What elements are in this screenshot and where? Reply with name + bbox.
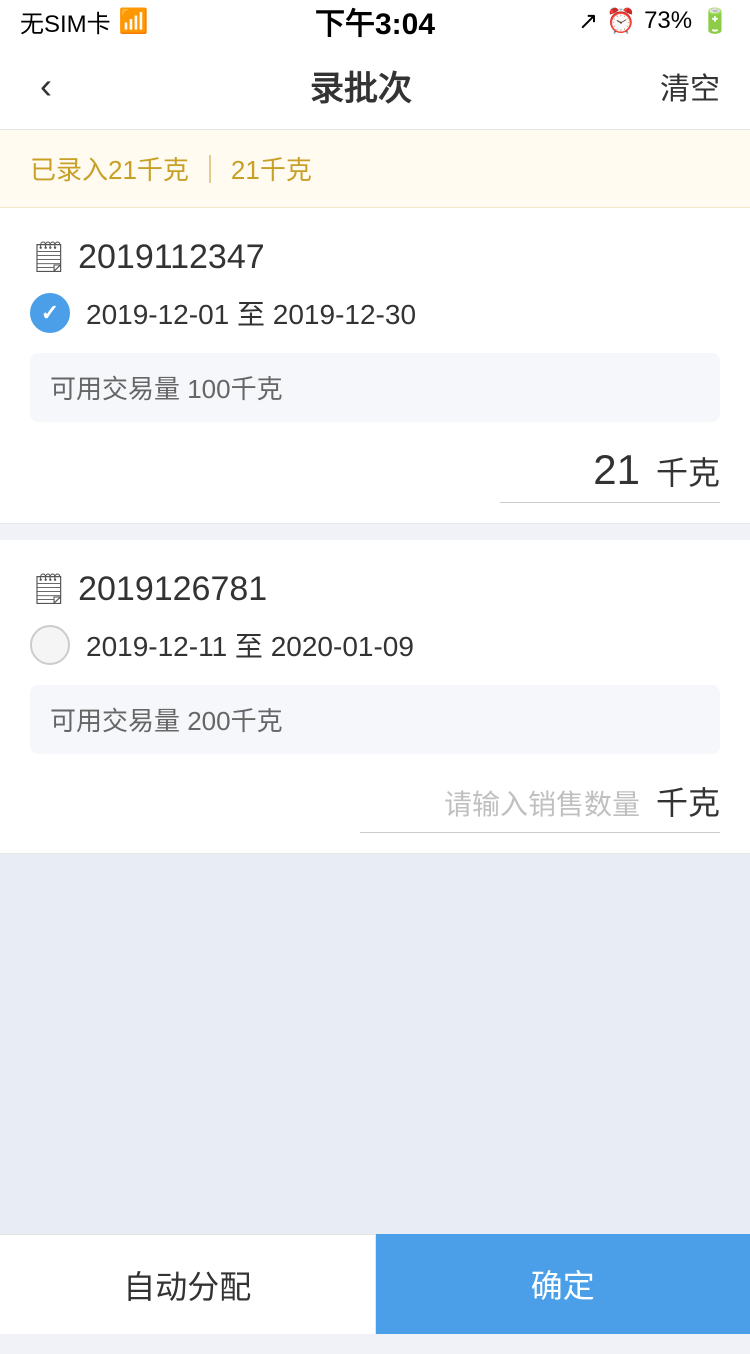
input-row-2: 请输入销售数量 千克 [0,754,750,854]
content-area: 🗒 2019112347 ✓ 2019-12-01 至 2019-12-30 可… [0,208,750,1354]
battery-text: 73% [644,7,692,35]
back-button[interactable]: ‹ [30,55,62,117]
info-value: 21千克 [231,150,312,187]
batch-card-2: 🗒 2019126781 2019-12-11 至 2020-01-09 可用交… [0,540,750,854]
batch-item-2: 🗒 2019126781 2019-12-11 至 2020-01-09 可用交… [0,540,750,754]
amount-number-1[interactable]: 21 [593,446,640,494]
status-time: 下午3:04 [315,0,435,43]
nav-bar: ‹ 录批次 清空 [0,42,750,130]
wifi-icon: 📶 [119,7,149,36]
carrier-text: 无SIM卡 [20,4,111,39]
batch-number-2: 2019126781 [78,570,267,609]
batch-date-row-1: ✓ 2019-12-01 至 2019-12-30 [30,293,720,333]
batch-doc-icon-2: 🗒 [30,572,68,607]
radio-1[interactable]: ✓ [30,293,70,333]
info-divider [209,155,211,183]
info-label: 已录入21千克 [30,150,189,187]
check-icon-1: ✓ [41,300,59,326]
battery-icon: 🔋 [700,7,730,36]
radio-2[interactable] [30,625,70,665]
clear-button[interactable]: 清空 [660,64,720,108]
section-divider [0,524,750,540]
available-qty-2: 可用交易量 200千克 [30,685,720,754]
input-placeholder-2[interactable]: 请输入销售数量 [444,783,640,823]
input-unit-2: 千克 [656,778,720,824]
available-qty-1: 可用交易量 100千克 [30,353,720,422]
status-bar: 无SIM卡 📶 下午3:04 ↗ ⏰ 73% 🔋 [0,0,750,42]
amount-unit-1: 千克 [656,448,720,494]
location-icon: ↗ [578,7,598,36]
batch-item-1: 🗒 2019112347 ✓ 2019-12-01 至 2019-12-30 可… [0,208,750,422]
batch-doc-icon-1: 🗒 [30,240,68,275]
status-right: ↗ ⏰ 73% 🔋 [578,7,730,36]
amount-row-1: 21 千克 [0,422,750,524]
batch-date-1: 2019-12-01 至 2019-12-30 [86,293,416,333]
page-title: 录批次 [310,61,412,110]
batch-card-1: 🗒 2019112347 ✓ 2019-12-01 至 2019-12-30 可… [0,208,750,524]
amount-underline-1 [500,502,720,503]
batch-header-1: 🗒 2019112347 [30,238,720,277]
status-left: 无SIM卡 📶 [20,4,149,39]
bottom-bar: 自动分配 确定 [0,1234,750,1334]
batch-number-1: 2019112347 [78,238,265,277]
empty-area [0,854,750,1254]
auto-distribute-button[interactable]: 自动分配 [0,1234,376,1334]
info-banner: 已录入21千克 21千克 [0,130,750,208]
confirm-button[interactable]: 确定 [376,1234,750,1334]
batch-date-2: 2019-12-11 至 2020-01-09 [86,625,414,665]
alarm-icon: ⏰ [606,7,636,36]
batch-header-2: 🗒 2019126781 [30,570,720,609]
batch-date-row-2: 2019-12-11 至 2020-01-09 [30,625,720,665]
input-underline-2 [360,832,720,833]
